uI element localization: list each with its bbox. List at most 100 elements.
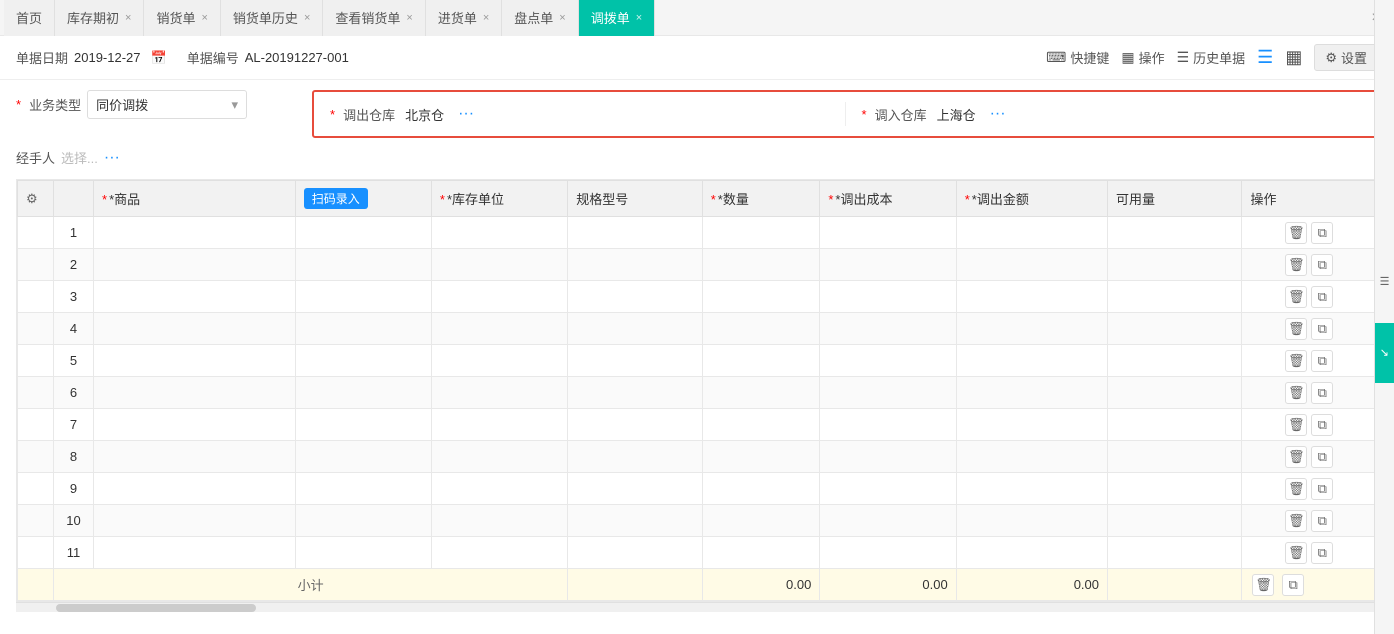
warehouse-out-more[interactable]: ··· — [458, 105, 474, 123]
cell-cost[interactable] — [820, 281, 956, 313]
cell-amount[interactable] — [956, 505, 1107, 537]
cell-amount[interactable] — [956, 313, 1107, 345]
history-button[interactable]: ☰ 历史单据 — [1177, 48, 1246, 67]
delete-row-button[interactable]: 🗑 — [1285, 286, 1307, 308]
copy-row-button[interactable]: ⧉ — [1311, 478, 1333, 500]
copy-row-button[interactable]: ⧉ — [1311, 446, 1333, 468]
cell-spec[interactable] — [568, 409, 702, 441]
cell-product[interactable] — [94, 249, 296, 281]
settings-button[interactable]: ⚙ 设置 — [1314, 44, 1378, 71]
tab-close-purchase-order[interactable]: × — [483, 12, 489, 24]
cell-unit[interactable] — [431, 409, 567, 441]
tab-purchase-order[interactable]: 进货单 × — [426, 0, 502, 36]
footer-copy-icon[interactable]: ⧉ — [1282, 574, 1304, 596]
tab-close-inventory-init[interactable]: × — [125, 12, 131, 24]
layout2-button[interactable]: ▦ — [1285, 47, 1302, 68]
cell-spec[interactable] — [568, 345, 702, 377]
delete-row-button[interactable]: 🗑 — [1285, 510, 1307, 532]
delete-row-button[interactable]: 🗑 — [1285, 254, 1307, 276]
copy-row-button[interactable]: ⧉ — [1311, 510, 1333, 532]
tab-inventory-init[interactable]: 库存期初 × — [55, 0, 144, 36]
cell-unit[interactable] — [431, 249, 567, 281]
cell-product[interactable] — [94, 313, 296, 345]
cell-cost[interactable] — [820, 313, 956, 345]
tab-inventory-check[interactable]: 盘点单 × — [502, 0, 578, 36]
cell-spec[interactable] — [568, 281, 702, 313]
cell-qty[interactable] — [702, 281, 820, 313]
cell-product[interactable] — [94, 377, 296, 409]
cell-amount[interactable] — [956, 441, 1107, 473]
tab-view-sales[interactable]: 查看销货单 × — [323, 0, 425, 36]
cell-qty[interactable] — [702, 473, 820, 505]
copy-row-button[interactable]: ⧉ — [1311, 286, 1333, 308]
delete-row-button[interactable]: 🗑 — [1285, 222, 1307, 244]
warehouse-in-more[interactable]: ··· — [990, 105, 1006, 123]
cell-qty[interactable] — [702, 537, 820, 569]
cell-amount[interactable] — [956, 345, 1107, 377]
cell-unit[interactable] — [431, 537, 567, 569]
tab-close-inventory-check[interactable]: × — [559, 12, 565, 24]
cell-unit[interactable] — [431, 473, 567, 505]
th-settings[interactable]: ⚙ — [18, 181, 54, 217]
cell-cost[interactable] — [820, 345, 956, 377]
cell-cost[interactable] — [820, 217, 956, 249]
delete-row-button[interactable]: 🗑 — [1285, 542, 1307, 564]
cell-qty[interactable] — [702, 409, 820, 441]
cell-product[interactable] — [94, 441, 296, 473]
delete-row-button[interactable]: 🗑 — [1285, 478, 1307, 500]
cell-qty[interactable] — [702, 217, 820, 249]
cell-cost[interactable] — [820, 537, 956, 569]
cell-spec[interactable] — [568, 505, 702, 537]
cell-spec[interactable] — [568, 313, 702, 345]
tab-close-sales-history[interactable]: × — [304, 12, 310, 24]
tab-home[interactable]: 首页 — [4, 0, 55, 36]
cell-cost[interactable] — [820, 441, 956, 473]
operator-select[interactable]: 选择... — [61, 148, 98, 167]
cell-cost[interactable] — [820, 409, 956, 441]
horizontal-scrollbar[interactable] — [16, 602, 1378, 612]
table-gear-icon[interactable]: ⚙ — [26, 191, 38, 206]
copy-row-button[interactable]: ⧉ — [1311, 222, 1333, 244]
cell-spec[interactable] — [568, 473, 702, 505]
delete-row-button[interactable]: 🗑 — [1285, 350, 1307, 372]
scroll-thumb[interactable] — [56, 604, 256, 612]
cell-amount[interactable] — [956, 249, 1107, 281]
cell-unit[interactable] — [431, 313, 567, 345]
cell-cost[interactable] — [820, 505, 956, 537]
delete-row-button[interactable]: 🗑 — [1285, 414, 1307, 436]
cell-cost[interactable] — [820, 249, 956, 281]
copy-row-button[interactable]: ⧉ — [1311, 414, 1333, 436]
copy-row-button[interactable]: ⧉ — [1311, 542, 1333, 564]
cell-amount[interactable] — [956, 537, 1107, 569]
cell-qty[interactable] — [702, 441, 820, 473]
cell-qty[interactable] — [702, 249, 820, 281]
cell-product[interactable] — [94, 473, 296, 505]
operations-button[interactable]: ▦ 操作 — [1121, 48, 1164, 67]
cell-unit[interactable] — [431, 217, 567, 249]
copy-row-button[interactable]: ⧉ — [1311, 382, 1333, 404]
cell-product[interactable] — [94, 281, 296, 313]
cell-unit[interactable] — [431, 505, 567, 537]
cell-spec[interactable] — [568, 217, 702, 249]
cell-amount[interactable] — [956, 281, 1107, 313]
tab-sales-order[interactable]: 销货单 × — [144, 0, 220, 36]
cell-amount[interactable] — [956, 409, 1107, 441]
cell-qty[interactable] — [702, 377, 820, 409]
operator-more[interactable]: ··· — [104, 149, 120, 167]
footer-delete-icon[interactable]: 🗑 — [1252, 574, 1274, 596]
cell-unit[interactable] — [431, 345, 567, 377]
cell-spec[interactable] — [568, 377, 702, 409]
copy-row-button[interactable]: ⧉ — [1311, 254, 1333, 276]
cell-qty[interactable] — [702, 345, 820, 377]
sidebar-list-button[interactable]: ☰ — [1375, 251, 1394, 311]
cell-amount[interactable] — [956, 217, 1107, 249]
tab-close-view-sales[interactable]: × — [406, 12, 412, 24]
cell-spec[interactable] — [568, 249, 702, 281]
cell-spec[interactable] — [568, 441, 702, 473]
cell-unit[interactable] — [431, 377, 567, 409]
scan-button[interactable]: 扫码录入 — [304, 188, 368, 209]
cell-product[interactable] — [94, 505, 296, 537]
cell-product[interactable] — [94, 537, 296, 569]
cell-amount[interactable] — [956, 473, 1107, 505]
cell-cost[interactable] — [820, 473, 956, 505]
